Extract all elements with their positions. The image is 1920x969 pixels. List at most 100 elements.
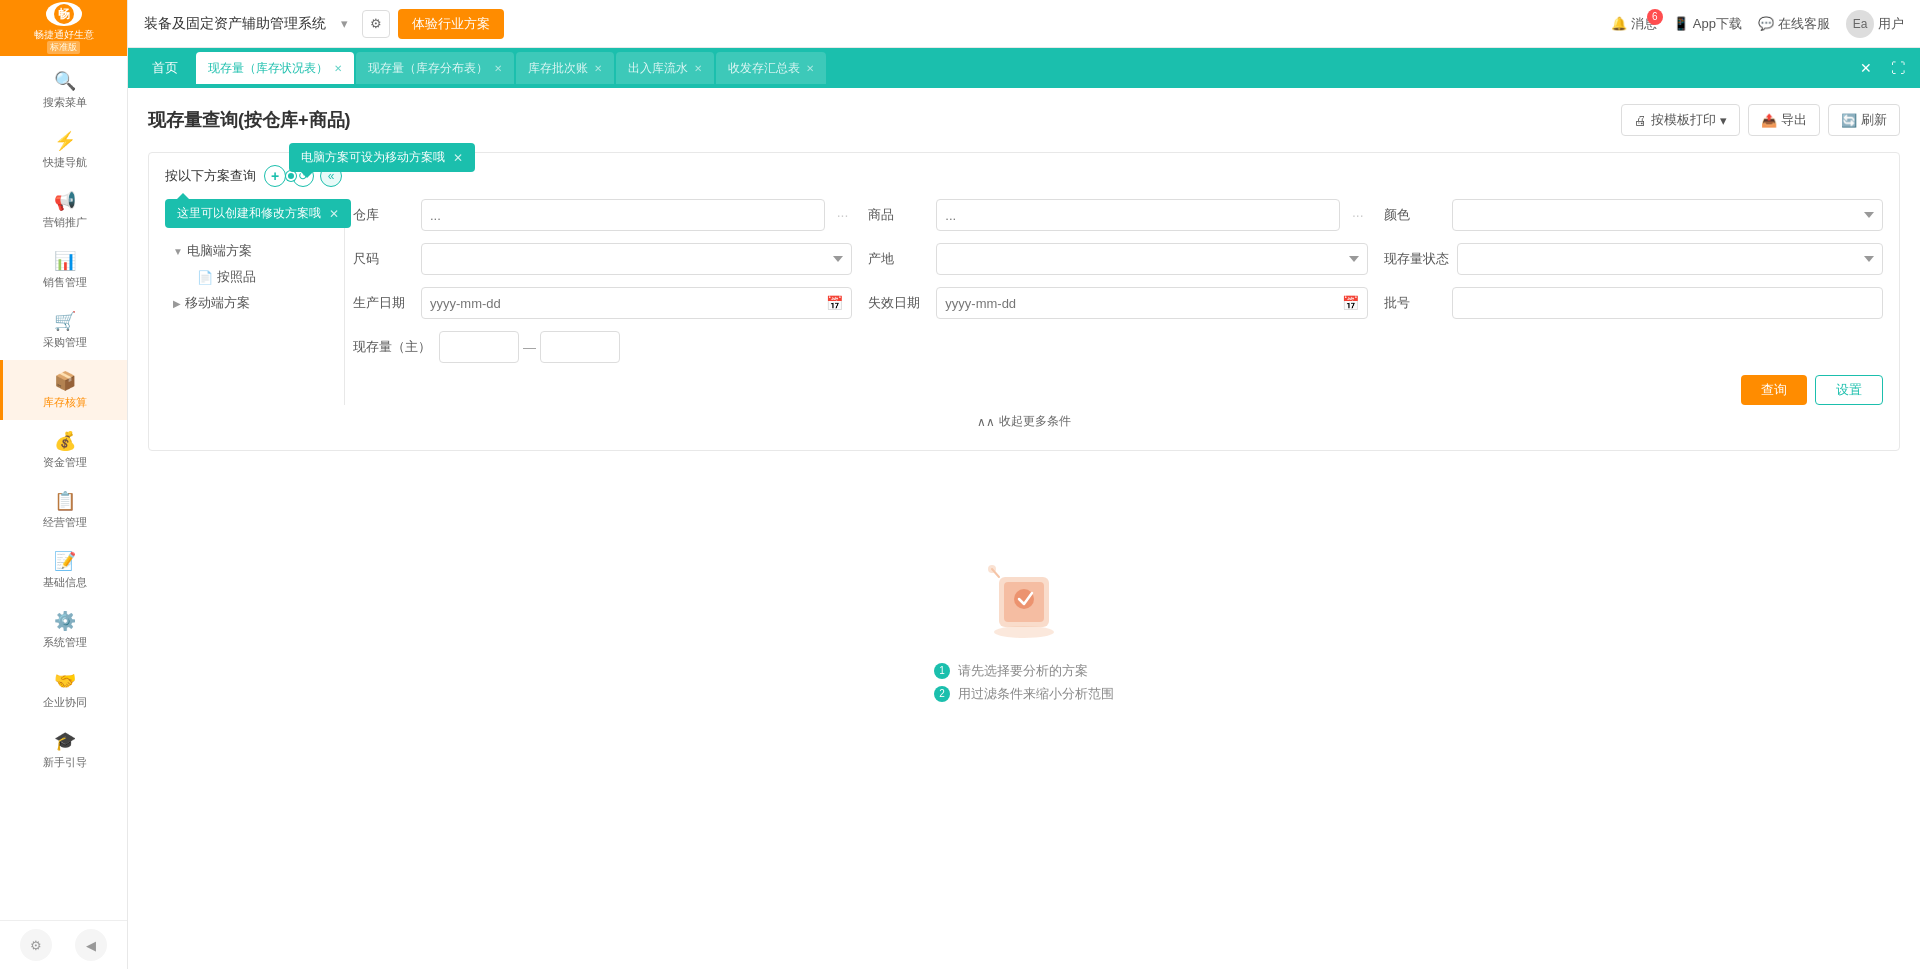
tab-summary[interactable]: 收发存汇总表 ✕ xyxy=(716,52,826,84)
template-print-btn[interactable]: 🖨 按模板打印 ▾ xyxy=(1621,104,1740,136)
sales-icon: 📊 xyxy=(54,250,76,272)
sidebar-collapse-btn[interactable]: ◀ xyxy=(75,929,107,961)
sidebar-item-guide[interactable]: 🎓 新手引导 xyxy=(0,720,127,780)
sidebar-item-search[interactable]: 🔍 搜索菜单 xyxy=(0,60,127,120)
header-settings-btn[interactable]: ⚙ xyxy=(362,10,390,38)
svg-point-2 xyxy=(994,626,1054,638)
filter-form-row3: 生产日期 📅 失效日期 � xyxy=(353,287,1883,319)
tooltip1-close-btn[interactable]: ✕ xyxy=(453,151,463,165)
sidebar-item-operations[interactable]: 📋 经营管理 xyxy=(0,480,127,540)
reset-btn[interactable]: 设置 xyxy=(1815,375,1883,405)
purchase-icon: 🛒 xyxy=(54,310,76,332)
tab-batch-account[interactable]: 库存批次账 ✕ xyxy=(516,52,614,84)
expire-date-input[interactable] xyxy=(945,296,1341,311)
warehouse-label: 仓库 xyxy=(353,206,413,224)
batch-input[interactable] xyxy=(1452,287,1883,319)
export-btn[interactable]: 📤 导出 xyxy=(1748,104,1820,136)
svg-point-5 xyxy=(1014,589,1034,609)
tab-close-inventory-status[interactable]: ✕ xyxy=(334,63,342,74)
sidebar-item-quicknav[interactable]: ⚡ 快捷导航 xyxy=(0,120,127,180)
color-select[interactable] xyxy=(1452,199,1883,231)
tab-inout-flow[interactable]: 出入库流水 ✕ xyxy=(616,52,714,84)
filter-form-row4: 现存量（主） — xyxy=(353,331,1883,363)
tab-close-all-btn[interactable]: ✕ xyxy=(1852,54,1880,82)
tab-close-summary[interactable]: ✕ xyxy=(806,63,814,74)
origin-label: 产地 xyxy=(868,250,928,268)
sidebar-item-finance[interactable]: 💰 资金管理 xyxy=(0,420,127,480)
collapse-more-btn[interactable]: ∧∧ 收起更多条件 xyxy=(165,405,1883,438)
tab-close-inventory-dist[interactable]: ✕ xyxy=(494,63,502,74)
logo-badge: 标准版 xyxy=(47,41,80,54)
sidebar-item-marketing[interactable]: 📢 营销推广 xyxy=(0,180,127,240)
app-dropdown-btn[interactable]: ▾ xyxy=(334,14,354,34)
sidebar-item-label: 快捷导航 xyxy=(43,155,87,170)
support-icon: 💬 xyxy=(1758,16,1774,31)
stock-status-label: 现存量状态 xyxy=(1384,250,1449,268)
svg-point-7 xyxy=(988,565,996,573)
sidebar-item-label: 营销推广 xyxy=(43,215,87,230)
quicknav-icon: ⚡ xyxy=(54,130,76,152)
sidebar-item-system[interactable]: ⚙️ 系统管理 xyxy=(0,600,127,660)
size-label: 尺码 xyxy=(353,250,413,268)
batch-label: 批号 xyxy=(1384,294,1444,312)
tip-num-1: 1 xyxy=(934,663,950,679)
expire-date-input-wrapper[interactable]: 📅 xyxy=(936,287,1367,319)
stock-main-min-input[interactable] xyxy=(439,331,519,363)
filter-form-area: 仓库 ··· 商品 ··· xyxy=(353,199,1883,405)
tab-close-inout[interactable]: ✕ xyxy=(694,63,702,74)
sidebar-item-basicinfo[interactable]: 📝 基础信息 xyxy=(0,540,127,600)
batch-field: 批号 xyxy=(1384,287,1883,319)
goods-label: 商品 xyxy=(868,206,928,224)
sidebar-item-label: 企业协同 xyxy=(43,695,87,710)
tab-bar-right: ✕ ⛶ xyxy=(1852,54,1912,82)
tab-home[interactable]: 首页 xyxy=(136,52,194,84)
notification-btn[interactable]: 🔔 6 消息 xyxy=(1611,15,1657,33)
tab-inventory-status[interactable]: 现存量（库存状况表） ✕ xyxy=(196,52,354,84)
query-btn[interactable]: 查询 xyxy=(1741,375,1807,405)
scheme-by-product[interactable]: 📄 按照品 xyxy=(189,264,336,290)
sidebar-settings-btn[interactable]: ⚙ xyxy=(20,929,52,961)
refresh-btn[interactable]: 🔄 刷新 xyxy=(1828,104,1900,136)
stock-main-label: 现存量（主） xyxy=(353,338,431,356)
tab-bar: 首页 现存量（库存状况表） ✕ 现存量（库存分布表） ✕ 库存批次账 ✕ 出入库… xyxy=(128,48,1920,88)
online-support-btn[interactable]: 💬 在线客服 xyxy=(1758,15,1830,33)
goods-input[interactable] xyxy=(936,199,1340,231)
produce-date-input[interactable] xyxy=(430,296,826,311)
query-buttons-area: 查询 设置 xyxy=(353,375,1883,405)
scheme-panel: 这里可以创建和修改方案哦 ✕ ▼ 电脑端方案 📄 按照品 xyxy=(165,199,345,405)
sidebar-item-sales[interactable]: 📊 销售管理 xyxy=(0,240,127,300)
sidebar-item-purchase[interactable]: 🛒 采购管理 xyxy=(0,300,127,360)
tab-close-batch[interactable]: ✕ xyxy=(594,63,602,74)
warehouse-input[interactable] xyxy=(421,199,825,231)
origin-select[interactable] xyxy=(936,243,1367,275)
tooltip2-close-btn[interactable]: ✕ xyxy=(329,207,339,221)
refresh-icon: 🔄 xyxy=(1841,113,1857,128)
warehouse-field: 仓库 ··· xyxy=(353,199,852,231)
tab-inventory-dist[interactable]: 现存量（库存分布表） ✕ xyxy=(356,52,514,84)
scheme-mobile[interactable]: ▶ 移动端方案 xyxy=(165,290,336,316)
size-select[interactable] xyxy=(421,243,852,275)
empty-tip-1: 1 请先选择要分析的方案 xyxy=(934,659,1114,682)
user-btn[interactable]: Ea 用户 xyxy=(1846,10,1904,38)
sidebar-item-inventory[interactable]: 📦 库存核算 xyxy=(0,360,127,420)
tooltip-scheme-mobile: 电脑方案可设为移动方案哦 ✕ xyxy=(289,143,475,172)
sidebar-item-label: 搜索菜单 xyxy=(43,95,87,110)
page-content: 现存量查询(按仓库+商品) 🖨 按模板打印 ▾ 📤 导出 🔄 刷新 xyxy=(128,88,1920,969)
guide-icon: 🎓 xyxy=(54,730,76,752)
sidebar-item-label: 新手引导 xyxy=(43,755,87,770)
app-download-btn[interactable]: 📱 App下载 xyxy=(1673,15,1742,33)
filter-add-btn[interactable]: + xyxy=(264,165,286,187)
stock-main-max-input[interactable] xyxy=(540,331,620,363)
sidebar-item-enterprise[interactable]: 🤝 企业协同 xyxy=(0,660,127,720)
header-left: 装备及固定资产辅助管理系统 ▾ ⚙ 体验行业方案 xyxy=(144,9,504,39)
tab-maximize-btn[interactable]: ⛶ xyxy=(1884,54,1912,82)
warehouse-ellipsis-icon[interactable]: ··· xyxy=(833,207,853,223)
file-icon: 📄 xyxy=(197,270,213,285)
goods-ellipsis-icon[interactable]: ··· xyxy=(1348,207,1368,223)
scheme-desktop[interactable]: ▼ 电脑端方案 xyxy=(165,238,336,264)
page-title: 现存量查询(按仓库+商品) xyxy=(148,108,351,132)
produce-date-input-wrapper[interactable]: 📅 xyxy=(421,287,852,319)
operations-icon: 📋 xyxy=(54,490,76,512)
stock-status-select[interactable] xyxy=(1457,243,1883,275)
trial-btn[interactable]: 体验行业方案 xyxy=(398,9,504,39)
